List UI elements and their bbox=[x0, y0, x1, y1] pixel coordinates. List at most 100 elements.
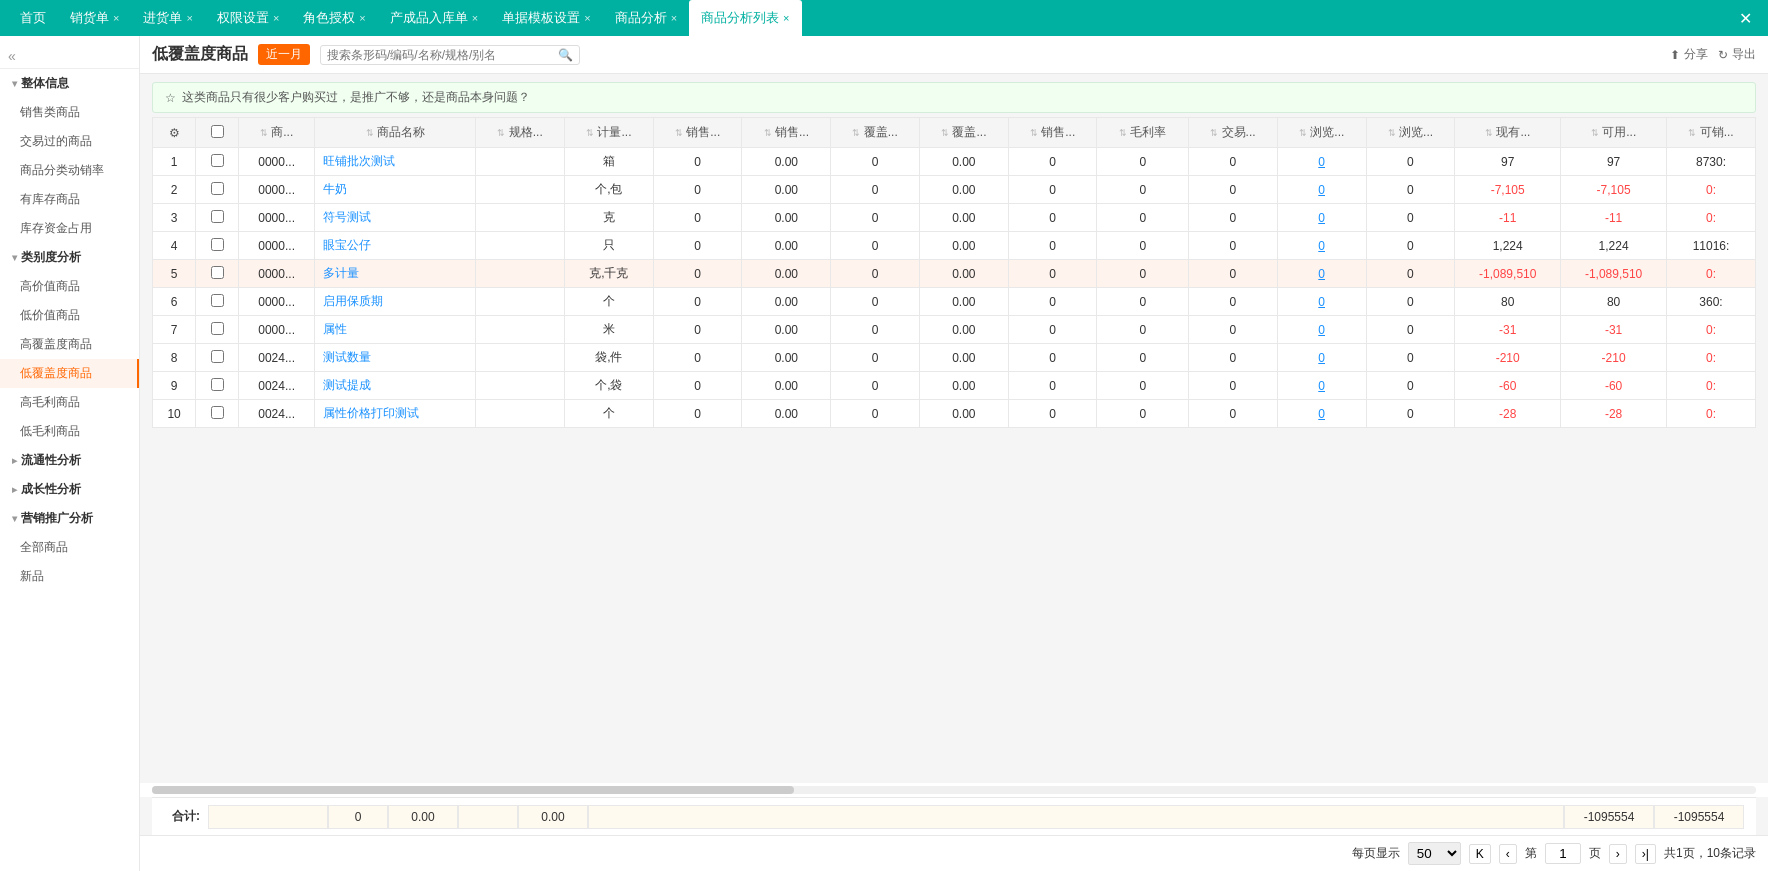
browse-link-5[interactable]: 0 bbox=[1318, 267, 1325, 281]
col-checkbox-header[interactable] bbox=[196, 118, 239, 148]
settings-icon[interactable]: ⚙ bbox=[169, 126, 180, 140]
nav-close-sales-order[interactable]: × bbox=[113, 0, 119, 36]
sidebar-item-stock-products[interactable]: 有库存商品 bbox=[0, 185, 139, 214]
sidebar-item-high-margin[interactable]: 高毛利商品 bbox=[0, 388, 139, 417]
row-check-7[interactable] bbox=[196, 316, 239, 344]
prev-page-btn[interactable]: ‹ bbox=[1499, 844, 1517, 864]
nav-home[interactable]: 首页 bbox=[8, 0, 58, 36]
period-button[interactable]: 近一月 bbox=[258, 44, 310, 65]
row-name-3[interactable]: 符号测试 bbox=[315, 204, 476, 232]
browse-link-4[interactable]: 0 bbox=[1318, 239, 1325, 253]
sidebar-item-sales-products[interactable]: 销售类商品 bbox=[0, 98, 139, 127]
row-check-1[interactable] bbox=[196, 148, 239, 176]
col-gross-rate-header[interactable]: ⇅ 毛利率 bbox=[1097, 118, 1189, 148]
nav-close-product-analysis-list[interactable]: × bbox=[783, 0, 789, 36]
col-cover-b-header[interactable]: ⇅ 覆盖... bbox=[919, 118, 1008, 148]
sidebar-item-low-margin[interactable]: 低毛利商品 bbox=[0, 417, 139, 446]
nav-close-product-inbound[interactable]: × bbox=[472, 0, 478, 36]
nav-permissions[interactable]: 权限设置 × bbox=[205, 0, 291, 36]
next-page-btn[interactable]: › bbox=[1609, 844, 1627, 864]
nav-close-template-settings[interactable]: × bbox=[584, 0, 590, 36]
sidebar-group-category[interactable]: ▾ 类别度分析 bbox=[0, 243, 139, 272]
row-name-6[interactable]: 启用保质期 bbox=[315, 288, 476, 316]
sidebar-group-growth[interactable]: ▸ 成长性分析 bbox=[0, 475, 139, 504]
first-page-btn[interactable]: K bbox=[1469, 844, 1491, 864]
share-button[interactable]: ⬆ 分享 bbox=[1670, 46, 1708, 63]
nav-template-settings[interactable]: 单据模板设置 × bbox=[490, 0, 602, 36]
search-icon[interactable]: 🔍 bbox=[558, 48, 573, 62]
col-sales-c-header[interactable]: ⇅ 销售... bbox=[1008, 118, 1097, 148]
browse-link-3[interactable]: 0 bbox=[1318, 211, 1325, 225]
last-page-btn[interactable]: ›| bbox=[1635, 844, 1656, 864]
row-check-3[interactable] bbox=[196, 204, 239, 232]
nav-purchase-order[interactable]: 进货单 × bbox=[131, 0, 204, 36]
col-current-header[interactable]: ⇅ 现有... bbox=[1455, 118, 1561, 148]
col-settings[interactable]: ⚙ bbox=[153, 118, 196, 148]
row-check-10[interactable] bbox=[196, 400, 239, 428]
col-saleable-header[interactable]: ⇅ 可销... bbox=[1667, 118, 1756, 148]
browse-link-8[interactable]: 0 bbox=[1318, 351, 1325, 365]
row-check-9[interactable] bbox=[196, 372, 239, 400]
sidebar-group-overall[interactable]: ▾ 整体信息 bbox=[0, 69, 139, 98]
sidebar-group-liquidity[interactable]: ▸ 流通性分析 bbox=[0, 446, 139, 475]
row-name-9[interactable]: 测试提成 bbox=[315, 372, 476, 400]
row-browse-a-4[interactable]: 0 bbox=[1277, 232, 1366, 260]
sidebar-item-high-value[interactable]: 高价值商品 bbox=[0, 272, 139, 301]
row-browse-a-9[interactable]: 0 bbox=[1277, 372, 1366, 400]
browse-link-10[interactable]: 0 bbox=[1318, 407, 1325, 421]
col-spec-header[interactable]: ⇅ 规格... bbox=[476, 118, 565, 148]
browse-link-9[interactable]: 0 bbox=[1318, 379, 1325, 393]
sidebar-item-low-value[interactable]: 低价值商品 bbox=[0, 301, 139, 330]
col-browse-b-header[interactable]: ⇅ 浏览... bbox=[1366, 118, 1455, 148]
row-check-2[interactable] bbox=[196, 176, 239, 204]
nav-product-analysis[interactable]: 商品分析 × bbox=[603, 0, 689, 36]
sidebar-item-low-coverage[interactable]: 低覆盖度商品 bbox=[0, 359, 139, 388]
row-browse-a-7[interactable]: 0 bbox=[1277, 316, 1366, 344]
row-name-8[interactable]: 测试数量 bbox=[315, 344, 476, 372]
col-name-header[interactable]: ⇅ 商品名称 bbox=[315, 118, 476, 148]
nav-product-inbound[interactable]: 产成品入库单 × bbox=[378, 0, 490, 36]
search-input[interactable] bbox=[327, 48, 554, 62]
col-sales-qty-header[interactable]: ⇅ 销售... bbox=[653, 118, 742, 148]
scrollbar-track[interactable] bbox=[152, 786, 1756, 794]
page-size-select[interactable]: 50 10 20 100 bbox=[1408, 842, 1461, 865]
col-available-header[interactable]: ⇅ 可用... bbox=[1561, 118, 1667, 148]
sidebar-item-stock-capital[interactable]: 库存资金占用 bbox=[0, 214, 139, 243]
col-trade-header[interactable]: ⇅ 交易... bbox=[1189, 118, 1278, 148]
browse-link-7[interactable]: 0 bbox=[1318, 323, 1325, 337]
sidebar-group-marketing[interactable]: ▾ 营销推广分析 bbox=[0, 504, 139, 533]
row-name-2[interactable]: 牛奶 bbox=[315, 176, 476, 204]
row-name-4[interactable]: 眼宝公仔 bbox=[315, 232, 476, 260]
row-check-4[interactable] bbox=[196, 232, 239, 260]
nav-product-analysis-list[interactable]: 商品分析列表 × bbox=[689, 0, 801, 36]
row-browse-a-6[interactable]: 0 bbox=[1277, 288, 1366, 316]
sidebar-item-traded-products[interactable]: 交易过的商品 bbox=[0, 127, 139, 156]
row-browse-a-8[interactable]: 0 bbox=[1277, 344, 1366, 372]
page-number-input[interactable] bbox=[1545, 843, 1581, 864]
row-name-1[interactable]: 旺铺批次测试 bbox=[315, 148, 476, 176]
col-unit-header[interactable]: ⇅ 计量... bbox=[564, 118, 653, 148]
horizontal-scrollbar[interactable] bbox=[140, 783, 1768, 797]
browse-link-2[interactable]: 0 bbox=[1318, 183, 1325, 197]
col-code-header[interactable]: ⇅ 商... bbox=[238, 118, 314, 148]
nav-close-purchase-order[interactable]: × bbox=[186, 0, 192, 36]
row-browse-a-5[interactable]: 0 bbox=[1277, 260, 1366, 288]
export-button[interactable]: ↻ 导出 bbox=[1718, 46, 1756, 63]
row-check-8[interactable] bbox=[196, 344, 239, 372]
nav-sales-order[interactable]: 销货单 × bbox=[58, 0, 131, 36]
sidebar-item-high-coverage[interactable]: 高覆盖度商品 bbox=[0, 330, 139, 359]
browse-link-6[interactable]: 0 bbox=[1318, 295, 1325, 309]
col-browse-a-header[interactable]: ⇅ 浏览... bbox=[1277, 118, 1366, 148]
row-name-7[interactable]: 属性 bbox=[315, 316, 476, 344]
window-close-button[interactable]: ✕ bbox=[1731, 9, 1760, 28]
browse-link-1[interactable]: 0 bbox=[1318, 155, 1325, 169]
row-browse-a-2[interactable]: 0 bbox=[1277, 176, 1366, 204]
row-browse-a-1[interactable]: 0 bbox=[1277, 148, 1366, 176]
nav-close-permissions[interactable]: × bbox=[273, 0, 279, 36]
col-sales-amt-header[interactable]: ⇅ 销售... bbox=[742, 118, 831, 148]
select-all-checkbox[interactable] bbox=[211, 125, 224, 138]
nav-role-auth[interactable]: 角色授权 × bbox=[291, 0, 377, 36]
row-name-10[interactable]: 属性价格打印测试 bbox=[315, 400, 476, 428]
row-browse-a-3[interactable]: 0 bbox=[1277, 204, 1366, 232]
col-cover-a-header[interactable]: ⇅ 覆盖... bbox=[831, 118, 920, 148]
